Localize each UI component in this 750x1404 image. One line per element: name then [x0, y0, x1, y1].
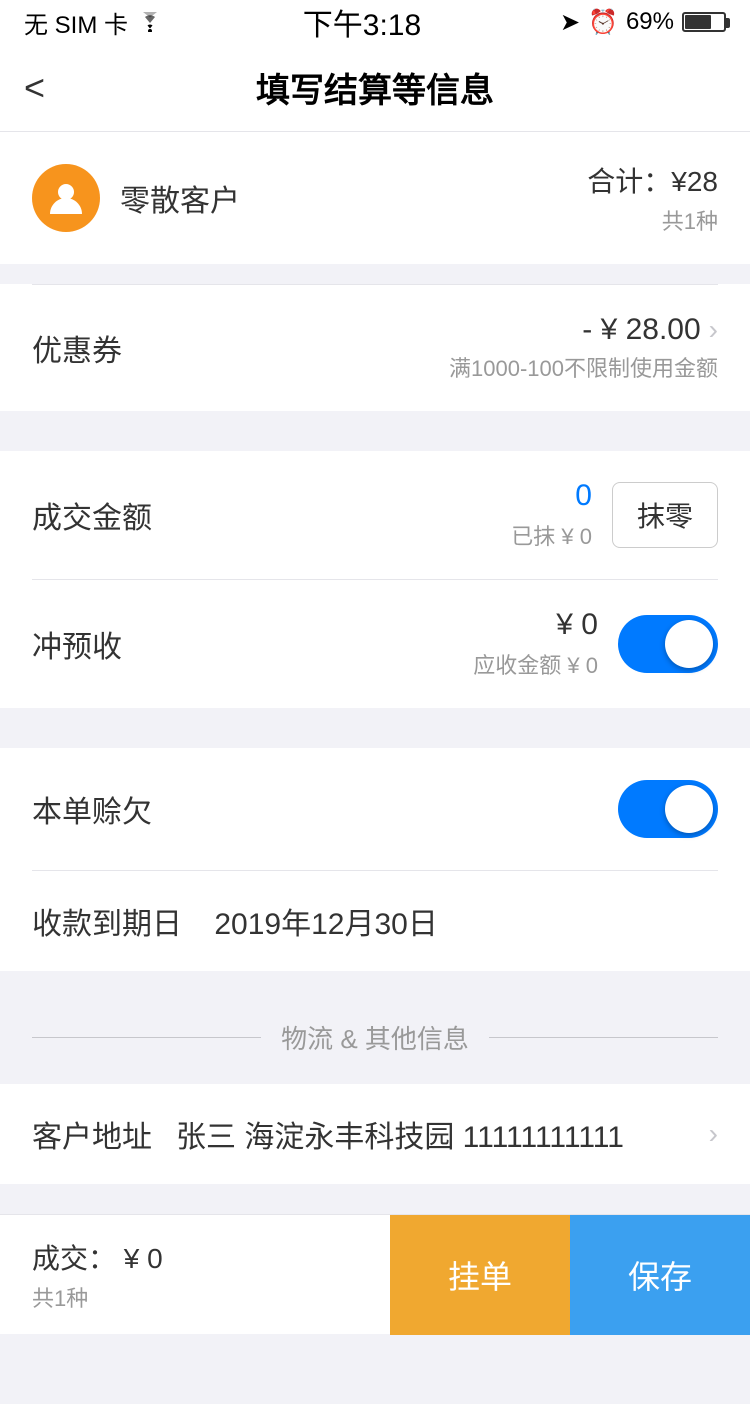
deal-amount-right: 0 已抹 ¥ 0 抹零	[511, 479, 718, 551]
wifi-icon	[136, 12, 164, 32]
battery-icon	[682, 12, 726, 32]
coupon-amount: - ¥ 28.00	[582, 313, 700, 347]
customer-name: 零散客户	[120, 176, 240, 220]
coupon-row[interactable]: 优惠券 - ¥ 28.00 › 满1000-100不限制使用金额	[0, 285, 750, 411]
back-button[interactable]: <	[24, 67, 45, 109]
debit-toggle-knob	[665, 785, 713, 833]
prepay-label: 冲预收	[32, 622, 122, 666]
hold-button[interactable]: 挂单	[390, 1215, 570, 1335]
total-amount: 合计：¥28	[587, 160, 718, 200]
nav-bar: < 填写结算等信息	[0, 44, 750, 132]
logistics-text: 物流 & 其他信息	[261, 1019, 489, 1056]
due-date-row: 收款到期日 2019年12月30日	[0, 871, 750, 971]
debit-label: 本单赊欠	[32, 787, 152, 831]
debit-section: 本单赊欠 收款到期日 2019年12月30日	[0, 748, 750, 971]
customer-left: 零散客户	[32, 164, 240, 232]
prepay-sub: 应收金额 ¥ 0	[473, 648, 598, 680]
address-label: 客户地址	[32, 1112, 152, 1156]
page-title: 填写结算等信息	[256, 63, 494, 112]
deal-amount-label: 成交金额	[32, 493, 152, 537]
bottom-deal-label: 成交：	[32, 1243, 116, 1274]
location-icon: ➤	[560, 8, 580, 37]
coupon-label: 优惠券	[32, 326, 122, 370]
deal-amount-col: 0 已抹 ¥ 0	[511, 479, 592, 551]
coupon-right: - ¥ 28.00 › 满1000-100不限制使用金额	[449, 313, 718, 383]
person-icon	[46, 178, 86, 218]
due-date-value: 2019年12月30日	[214, 908, 437, 941]
toggle-knob	[665, 620, 713, 668]
section-separator-2	[0, 728, 750, 748]
round-off-button[interactable]: 抹零	[612, 482, 718, 548]
prepay-value: ¥ 0	[556, 608, 598, 642]
prepay-toggle[interactable]	[618, 615, 718, 673]
customer-section: 零散客户 合计：¥28 共1种	[0, 132, 750, 264]
status-left: 无 SIM 卡	[24, 5, 164, 40]
bottom-count: 共1种	[32, 1281, 358, 1313]
coupon-section: 优惠券 - ¥ 28.00 › 满1000-100不限制使用金额	[0, 284, 750, 411]
time-display: 下午3:18	[303, 0, 421, 44]
bottom-summary: 成交： ¥ 0 共1种	[0, 1237, 390, 1313]
prepay-col: ¥ 0 应收金额 ¥ 0	[473, 608, 598, 680]
section-separator-1	[0, 431, 750, 451]
deal-amount-sub: 已抹 ¥ 0	[511, 519, 592, 551]
logistics-line-right	[489, 1037, 718, 1038]
prepay-row: 冲预收 ¥ 0 应收金额 ¥ 0	[0, 580, 750, 708]
carrier-text: 无 SIM 卡	[24, 5, 128, 40]
debit-toggle[interactable]	[618, 780, 718, 838]
deal-amount-row: 成交金额 0 已抹 ¥ 0 抹零	[0, 451, 750, 579]
alarm-icon: ⏰	[588, 8, 618, 37]
logistics-line-left	[32, 1037, 261, 1038]
status-right: ➤ ⏰ 69%	[560, 8, 726, 37]
address-section: 客户地址 张三 海淀永丰科技园 11111111111 ›	[0, 1084, 750, 1184]
deal-amount-value: 0	[575, 479, 592, 513]
coupon-sub: 满1000-100不限制使用金额	[449, 351, 718, 383]
customer-right: 合计：¥28 共1种	[587, 160, 718, 236]
chevron-right-icon: ›	[709, 314, 718, 346]
due-date-label: 收款到期日	[32, 908, 182, 941]
save-button[interactable]: 保存	[570, 1215, 750, 1335]
deal-amount-section: 成交金额 0 已抹 ¥ 0 抹零 冲预收 ¥ 0 应收金额 ¥ 0	[0, 451, 750, 708]
debit-row: 本单赊欠	[0, 748, 750, 870]
address-row[interactable]: 客户地址 张三 海淀永丰科技园 11111111111 ›	[0, 1084, 750, 1184]
total-count: 共1种	[587, 204, 718, 236]
battery-percent: 69%	[626, 8, 674, 36]
customer-row: 零散客户 合计：¥28 共1种	[0, 132, 750, 264]
prepay-right: ¥ 0 应收金额 ¥ 0	[473, 608, 718, 680]
address-value: 张三 海淀永丰科技园 11111111111	[176, 1112, 709, 1156]
logistics-divider: 物流 & 其他信息	[0, 991, 750, 1084]
address-chevron-icon: ›	[709, 1118, 718, 1150]
bottom-deal: 成交： ¥ 0	[32, 1237, 358, 1277]
bottom-deal-value: ¥ 0	[124, 1243, 163, 1274]
avatar	[32, 164, 100, 232]
status-bar: 无 SIM 卡 下午3:18 ➤ ⏰ 69%	[0, 0, 750, 44]
bottom-bar: 成交： ¥ 0 共1种 挂单 保存	[0, 1214, 750, 1334]
